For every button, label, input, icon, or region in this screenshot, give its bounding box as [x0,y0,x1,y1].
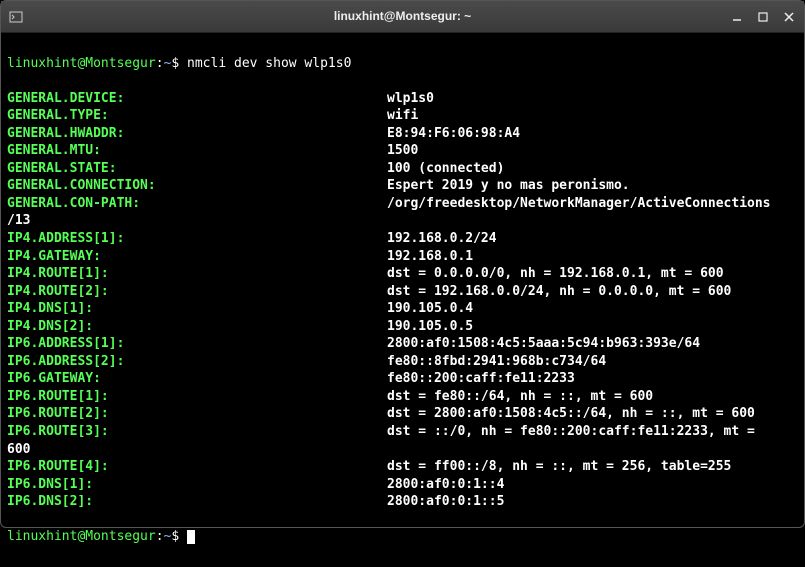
output-value: 190.105.0.4 [387,300,473,318]
output-value: dst = 2800:af0:1508:4c5::/64, nh = ::, m… [387,405,755,423]
cursor-block [187,530,195,544]
maximize-icon[interactable] [756,10,770,24]
output-row: GENERAL.STATE:100 (connected) [7,160,798,178]
output-row: GENERAL.MTU:1500 [7,142,798,160]
output-key: GENERAL.HWADDR: [7,125,387,143]
output-value: 100 (connected) [387,160,504,178]
output-row: IP4.GATEWAY:192.168.0.1 [7,248,798,266]
output-value: dst = ::/0, nh = fe80::200:caff:fe11:223… [387,423,755,441]
terminal-body[interactable]: linuxhint@Montsegur:~$ nmcli dev show wl… [1,33,804,567]
terminal-icon [9,10,23,24]
output-row: IP6.ROUTE[3]:dst = ::/0, nh = fe80::200:… [7,423,798,441]
output-value: fe80::200:caff:fe11:2233 [387,370,575,388]
output-row: IP6.ROUTE[2]:dst = 2800:af0:1508:4c5::/6… [7,405,798,423]
minimize-icon[interactable] [730,10,744,24]
output-row: IP4.DNS[2]:190.105.0.5 [7,318,798,336]
output-row: GENERAL.DEVICE:wlp1s0 [7,90,798,108]
output-key: IP6.DNS[2]: [7,493,387,511]
output-key: IP4.DNS[1]: [7,300,387,318]
output-value: 2800:af0:0:1::5 [387,493,504,511]
output-key: GENERAL.STATE: [7,160,387,178]
output-key: GENERAL.CON-PATH: [7,195,387,213]
output-key: IP6.GATEWAY: [7,370,387,388]
output-key: IP6.ADDRESS[1]: [7,335,387,353]
output-value: E8:94:F6:06:98:A4 [387,125,520,143]
output-key: GENERAL.CONNECTION: [7,177,387,195]
output-value: 190.105.0.5 [387,318,473,336]
output-value: 2800:af0:1508:4c5:5aaa:5c94:b963:393e/64 [387,335,700,353]
output-key: GENERAL.TYPE: [7,107,387,125]
window-title: linuxhint@Montsegur: ~ [334,9,471,23]
output-key: IP4.DNS[2]: [7,318,387,336]
output-row: 600 [7,441,798,459]
output-value: dst = 192.168.0.0/24, nh = 0.0.0.0, mt =… [387,283,731,301]
output-row: IP4.ADDRESS[1]:192.168.0.2/24 [7,230,798,248]
output-value: 2800:af0:0:1::4 [387,476,504,494]
command-output: GENERAL.DEVICE:wlp1s0GENERAL.TYPE:wifiGE… [7,90,798,511]
output-row: IP6.GATEWAY:fe80::200:caff:fe11:2233 [7,370,798,388]
output-key: /13 [7,212,30,230]
output-value: 192.168.0.1 [387,248,473,266]
prompt-user-host: linuxhint@Montsegur [7,529,156,544]
output-value: fe80::8fbd:2941:968b:c734/64 [387,353,606,371]
output-key: IP6.DNS[1]: [7,476,387,494]
output-value: /org/freedesktop/NetworkManager/ActiveCo… [387,195,771,213]
prompt-line: linuxhint@Montsegur:~$ [7,528,798,546]
output-row: IP4.ROUTE[2]:dst = 192.168.0.0/24, nh = … [7,283,798,301]
output-key: 600 [7,441,30,459]
prompt-line: linuxhint@Montsegur:~$ nmcli dev show wl… [7,55,798,73]
output-row: IP6.DNS[2]:2800:af0:0:1::5 [7,493,798,511]
output-key: IP4.ADDRESS[1]: [7,230,387,248]
output-row: IP6.ADDRESS[1]:2800:af0:1508:4c5:5aaa:5c… [7,335,798,353]
output-row: GENERAL.TYPE:wifi [7,107,798,125]
output-row: GENERAL.CONNECTION:Espert 2019 y no mas … [7,177,798,195]
cursor [179,529,187,544]
output-value: wifi [387,107,418,125]
output-key: IP6.ROUTE[1]: [7,388,387,406]
prompt-user-host: linuxhint@Montsegur [7,56,156,71]
prompt-path: ~ [164,529,172,544]
titlebar: linuxhint@Montsegur: ~ [1,1,804,33]
output-value: dst = 0.0.0.0/0, nh = 192.168.0.1, mt = … [387,265,724,283]
command-text [179,56,187,71]
output-value: 192.168.0.2/24 [387,230,497,248]
output-value: wlp1s0 [387,90,434,108]
output-row: IP4.DNS[1]:190.105.0.4 [7,300,798,318]
output-key: IP6.ROUTE[4]: [7,458,387,476]
output-row: /13 [7,212,798,230]
output-row: IP6.ROUTE[1]:dst = fe80::/64, nh = ::, m… [7,388,798,406]
output-value: 1500 [387,142,418,160]
prompt-dollar: $ [171,529,179,544]
output-value: dst = ff00::/8, nh = ::, mt = 256, table… [387,458,731,476]
output-key: IP6.ROUTE[3]: [7,423,387,441]
output-key: GENERAL.MTU: [7,142,387,160]
output-key: IP6.ADDRESS[2]: [7,353,387,371]
output-key: IP4.ROUTE[2]: [7,283,387,301]
output-row: IP6.ADDRESS[2]:fe80::8fbd:2941:968b:c734… [7,353,798,371]
output-key: IP4.ROUTE[1]: [7,265,387,283]
output-row: IP4.ROUTE[1]:dst = 0.0.0.0/0, nh = 192.1… [7,265,798,283]
output-row: IP6.DNS[1]:2800:af0:0:1::4 [7,476,798,494]
output-value: Espert 2019 y no mas peronismo. [387,177,630,195]
output-row: GENERAL.HWADDR:E8:94:F6:06:98:A4 [7,125,798,143]
close-icon[interactable] [782,10,796,24]
output-row: GENERAL.CON-PATH:/org/freedesktop/Networ… [7,195,798,213]
output-key: GENERAL.DEVICE: [7,90,387,108]
output-value: dst = fe80::/64, nh = ::, mt = 600 [387,388,653,406]
output-row: IP6.ROUTE[4]:dst = ff00::/8, nh = ::, mt… [7,458,798,476]
output-key: IP6.ROUTE[2]: [7,405,387,423]
output-key: IP4.GATEWAY: [7,248,387,266]
